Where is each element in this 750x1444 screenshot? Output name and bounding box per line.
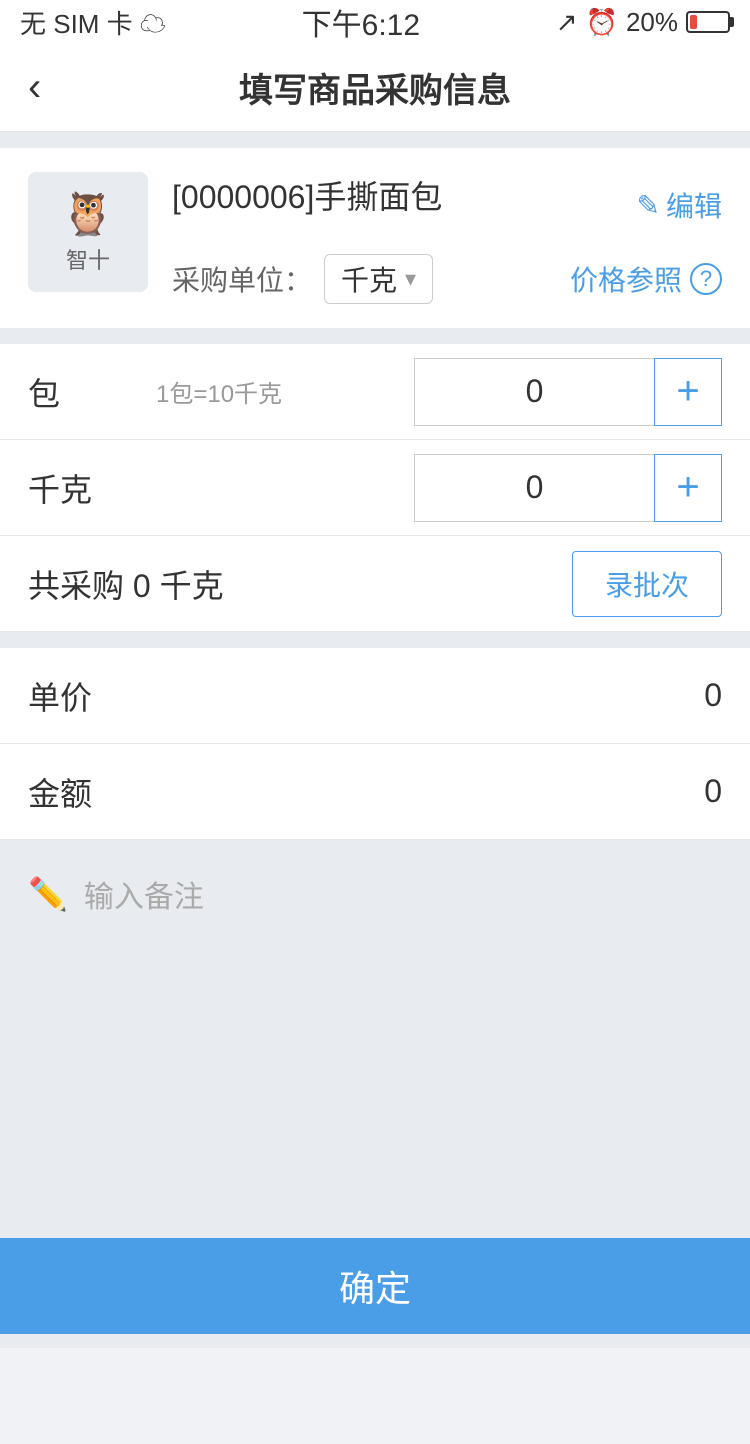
alarm-icon: ⏰ [586,7,618,38]
edit-label: 编辑 [666,185,722,225]
page-title: 填写商品采购信息 [239,63,511,112]
price-divider [0,632,750,648]
product-image: 🦉 智十 [28,172,148,292]
battery-percent: 20% [626,7,678,38]
batch-button[interactable]: 录批次 [572,551,722,617]
owl-icon: 🦉 [62,190,114,239]
nav-bar: ‹ 填写商品采购信息 [0,44,750,132]
product-name: [0000006]手撕面包 [172,172,442,218]
middle-divider [0,328,750,344]
note-section[interactable]: ✏️ 输入备注 [0,840,750,948]
kg-row: 千克 + [0,440,750,536]
status-right: ↗ ⏰ 20% [556,7,730,38]
bag-sub-label: 1包=10千克 [156,374,282,409]
price-ref-label: 价格参照 [570,259,682,299]
amount-label: 金额 [28,769,92,815]
brand-text: 智十 [66,243,110,275]
unit-price-row: 单价 0 [0,648,750,744]
edit-icon: ✎ [637,189,660,222]
chevron-down-icon: ▾ [405,266,416,292]
bag-input[interactable] [414,358,654,426]
kg-input[interactable] [414,454,654,522]
unit-dropdown[interactable]: 千克 ▾ [324,254,433,304]
summary-row: 共采购 0 千克 录批次 [0,536,750,632]
bag-input-group: + [414,358,722,426]
product-card: 🦉 智十 [0000006]手撕面包 ✎ 编辑 采购单位： 千克 ▾ [0,148,750,328]
status-time: 下午6:12 [302,0,420,44]
sim-status: 无 SIM 卡 ☁ [20,4,166,41]
price-ref-button[interactable]: 价格参照 ? [570,259,722,299]
confirm-button[interactable]: 确定 [0,1238,750,1334]
price-section: 单价 0 金额 0 [0,648,750,840]
edit-button[interactable]: ✎ 编辑 [637,185,722,225]
kg-label: 千克 [28,465,148,511]
unit-label: 采购单位： [172,259,312,299]
summary-label: 共采购 0 千克 [28,561,224,607]
product-info: [0000006]手撕面包 ✎ 编辑 采购单位： 千克 ▾ 价格参照 ? [172,172,722,304]
bag-form-section: 包 1包=10千克 + 千克 + [0,344,750,536]
status-left: 无 SIM 卡 ☁ [20,4,166,41]
status-bar: 无 SIM 卡 ☁ 下午6:12 ↗ ⏰ 20% [0,0,750,44]
note-placeholder: 输入备注 [84,872,204,916]
pencil-icon: ✏️ [28,875,68,913]
unit-price-label: 单价 [28,673,92,719]
kg-plus-button[interactable]: + [654,454,722,522]
unit-price-value: 0 [704,677,722,714]
bag-label: 包 [28,369,148,415]
question-icon: ? [690,263,722,295]
back-button[interactable]: ‹ [28,65,41,110]
top-divider [0,132,750,148]
battery-icon [686,11,730,33]
location-icon: ↗ [556,7,578,38]
unit-value: 千克 [341,259,397,299]
bag-row: 包 1包=10千克 + [0,344,750,440]
purchase-unit: 采购单位： 千克 ▾ [172,254,433,304]
amount-row: 金额 0 [0,744,750,840]
kg-input-group: + [414,454,722,522]
bag-plus-button[interactable]: + [654,358,722,426]
amount-value: 0 [704,773,722,810]
